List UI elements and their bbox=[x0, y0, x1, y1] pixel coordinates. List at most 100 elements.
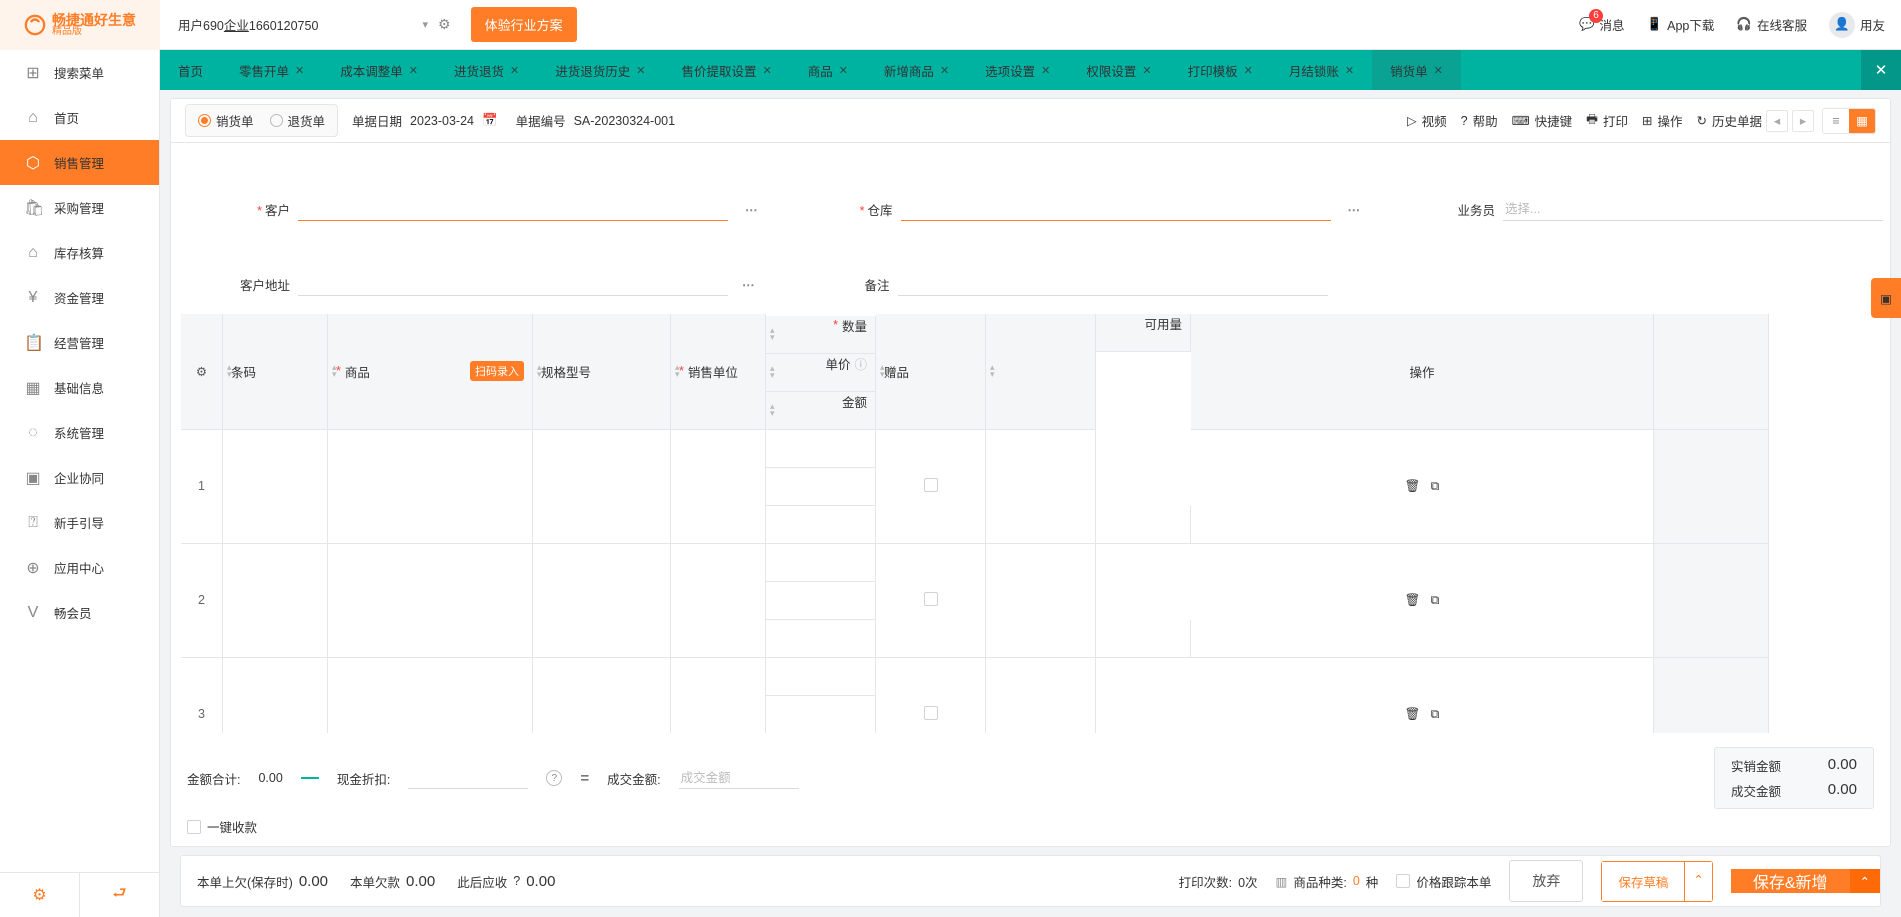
gift-checkbox[interactable] bbox=[924, 478, 938, 492]
cell-price[interactable] bbox=[766, 696, 876, 734]
hotkeys-link[interactable]: ⌨快捷键 bbox=[1512, 111, 1573, 130]
try-industry-button[interactable]: 体验行业方案 bbox=[471, 7, 577, 42]
tab-3[interactable]: 进货退货✕ bbox=[436, 50, 537, 90]
gift-checkbox[interactable] bbox=[924, 592, 938, 606]
customer-picker-icon[interactable]: ⋯ bbox=[745, 202, 758, 217]
sidebar-item-8[interactable]: ◌系统管理 bbox=[0, 410, 159, 455]
sidebar-collapse-button[interactable]: ⮐ bbox=[79, 873, 159, 917]
copy-row-icon[interactable]: ⧉ bbox=[1430, 593, 1439, 608]
sidebar-item-9[interactable]: ▣企业协同 bbox=[0, 455, 159, 500]
cell-amount[interactable] bbox=[766, 506, 876, 544]
close-icon[interactable]: ✕ bbox=[1142, 64, 1151, 77]
video-help-link[interactable]: ▷视频 bbox=[1407, 111, 1447, 130]
customer-input[interactable] bbox=[298, 198, 728, 221]
cell-unit[interactable] bbox=[671, 544, 766, 658]
tab-1[interactable]: 零售开单✕ bbox=[221, 50, 322, 90]
save-draft-button[interactable]: 保存草稿 ⌃ bbox=[1601, 861, 1713, 902]
next-doc-button[interactable]: ▸ bbox=[1792, 110, 1814, 132]
col-unit[interactable]: ▴▾*销售单位 bbox=[671, 314, 766, 430]
tab-5[interactable]: 售价提取设置✕ bbox=[663, 50, 789, 90]
sidebar-item-5[interactable]: ¥资金管理 bbox=[0, 275, 159, 320]
account-selector[interactable]: 用户690企业1660120750 ▾ bbox=[178, 15, 428, 35]
cell-spec[interactable] bbox=[533, 658, 671, 734]
close-icon[interactable]: ✕ bbox=[295, 64, 304, 77]
tab-9[interactable]: 权限设置✕ bbox=[1068, 50, 1169, 90]
discard-button[interactable]: 放弃 bbox=[1509, 860, 1583, 902]
address-input[interactable] bbox=[298, 273, 728, 296]
messages-link[interactable]: 💬 消息 6 bbox=[1579, 15, 1625, 34]
cell-qty[interactable] bbox=[766, 430, 876, 468]
account-gear-icon[interactable]: ⚙ bbox=[438, 16, 451, 33]
tab-4[interactable]: 进货退货历史✕ bbox=[537, 50, 663, 90]
table-row[interactable]: 2🗑⧉ bbox=[181, 544, 1880, 658]
doc-type-sale[interactable]: 销货单 bbox=[198, 111, 254, 130]
sidebar-settings-button[interactable]: ⚙ bbox=[0, 873, 79, 917]
cell-price[interactable] bbox=[766, 582, 876, 620]
print-link[interactable]: 🖶打印 bbox=[1586, 110, 1628, 131]
col-price[interactable]: ▴▾单价 ⓘ bbox=[766, 354, 876, 392]
sidebar-item-7[interactable]: ▦基础信息 bbox=[0, 365, 159, 410]
tab-12[interactable]: 销货单✕ bbox=[1372, 50, 1461, 90]
cell-unit[interactable] bbox=[671, 658, 766, 734]
track-price-checkbox[interactable] bbox=[1396, 874, 1410, 888]
tab-11[interactable]: 月结锁账✕ bbox=[1271, 50, 1372, 90]
table-row[interactable]: 3🗑⧉ bbox=[181, 658, 1880, 734]
close-icon[interactable]: ✕ bbox=[762, 64, 771, 77]
close-icon[interactable]: ✕ bbox=[1041, 64, 1050, 77]
col-avail[interactable]: 可用量 bbox=[1096, 314, 1191, 352]
warehouse-input[interactable] bbox=[901, 198, 1331, 221]
tab-2[interactable]: 成本调整单✕ bbox=[322, 50, 436, 90]
save-and-new-button[interactable]: 保存&新增 ⌃ bbox=[1731, 869, 1880, 893]
sidebar-item-12[interactable]: V畅会员 bbox=[0, 590, 159, 635]
col-product[interactable]: ▴▾*商品扫码录入 bbox=[328, 314, 533, 430]
cell-blank[interactable] bbox=[986, 658, 1096, 734]
doc-date-field[interactable]: 单据日期 2023-03-24 📅 bbox=[352, 111, 498, 130]
col-spec[interactable]: ▴▾规格型号 bbox=[533, 314, 671, 430]
close-icon[interactable]: ✕ bbox=[1244, 64, 1253, 77]
close-icon[interactable]: ✕ bbox=[839, 64, 848, 77]
view-list-button[interactable]: ≡ bbox=[1823, 109, 1849, 133]
sidebar-item-2[interactable]: ⬡销售管理 bbox=[0, 140, 159, 185]
cell-product[interactable] bbox=[328, 544, 533, 658]
history-link[interactable]: ↻历史单据 bbox=[1697, 111, 1763, 130]
tab-7[interactable]: 新增商品✕ bbox=[866, 50, 967, 90]
sidebar-item-1[interactable]: ⌂首页 bbox=[0, 95, 159, 140]
copy-row-icon[interactable]: ⧉ bbox=[1430, 707, 1439, 722]
cell-qty[interactable] bbox=[766, 658, 876, 696]
delete-row-icon[interactable]: 🗑 bbox=[1405, 479, 1421, 494]
cell-gift[interactable] bbox=[876, 658, 986, 734]
col-qty[interactable]: ▴▾*数量 bbox=[766, 316, 876, 354]
sidebar-item-3[interactable]: 🛍采购管理 bbox=[0, 185, 159, 230]
cell-product[interactable] bbox=[328, 430, 533, 544]
support-link[interactable]: 🎧 在线客服 bbox=[1736, 15, 1807, 34]
tab-6[interactable]: 商品✕ bbox=[790, 50, 866, 90]
view-grid-button[interactable]: ▦ bbox=[1849, 109, 1875, 133]
scroll-gutter[interactable] bbox=[1654, 544, 1769, 658]
deal-amount-input[interactable] bbox=[679, 768, 799, 789]
question-icon[interactable]: ? bbox=[546, 770, 562, 786]
delete-row-icon[interactable]: 🗑 bbox=[1405, 593, 1421, 608]
remark-input[interactable] bbox=[898, 273, 1328, 296]
cell-amount[interactable] bbox=[766, 620, 876, 658]
cell-barcode[interactable] bbox=[223, 544, 328, 658]
salesman-input[interactable] bbox=[1503, 198, 1883, 221]
tab-8[interactable]: 选项设置✕ bbox=[967, 50, 1068, 90]
sidebar-item-6[interactable]: 📋经营管理 bbox=[0, 320, 159, 365]
cell-product[interactable] bbox=[328, 658, 533, 734]
doc-type-return[interactable]: 退货单 bbox=[270, 111, 326, 130]
cell-blank[interactable] bbox=[986, 430, 1096, 544]
close-icon[interactable]: ✕ bbox=[409, 64, 418, 77]
side-panel-toggle[interactable]: ▣ bbox=[1871, 278, 1901, 318]
tab-0[interactable]: 首页 bbox=[160, 50, 221, 90]
col-gift[interactable]: ▴▾赠品 bbox=[876, 314, 986, 430]
sidebar-item-10[interactable]: ⍰新手引导 bbox=[0, 500, 159, 545]
help-link[interactable]: ?帮助 bbox=[1461, 111, 1498, 130]
brand-logo[interactable]: 畅捷通好生意 精品版 bbox=[0, 0, 160, 50]
address-picker-icon[interactable]: ⋯ bbox=[742, 277, 755, 292]
copy-row-icon[interactable]: ⧉ bbox=[1430, 479, 1439, 494]
cell-price[interactable] bbox=[766, 468, 876, 506]
table-row[interactable]: 1🗑⧉ bbox=[181, 430, 1880, 544]
sidebar-item-0[interactable]: ⊞搜索菜单 bbox=[0, 50, 159, 95]
gift-checkbox[interactable] bbox=[924, 706, 938, 720]
close-icon[interactable]: ✕ bbox=[940, 64, 949, 77]
